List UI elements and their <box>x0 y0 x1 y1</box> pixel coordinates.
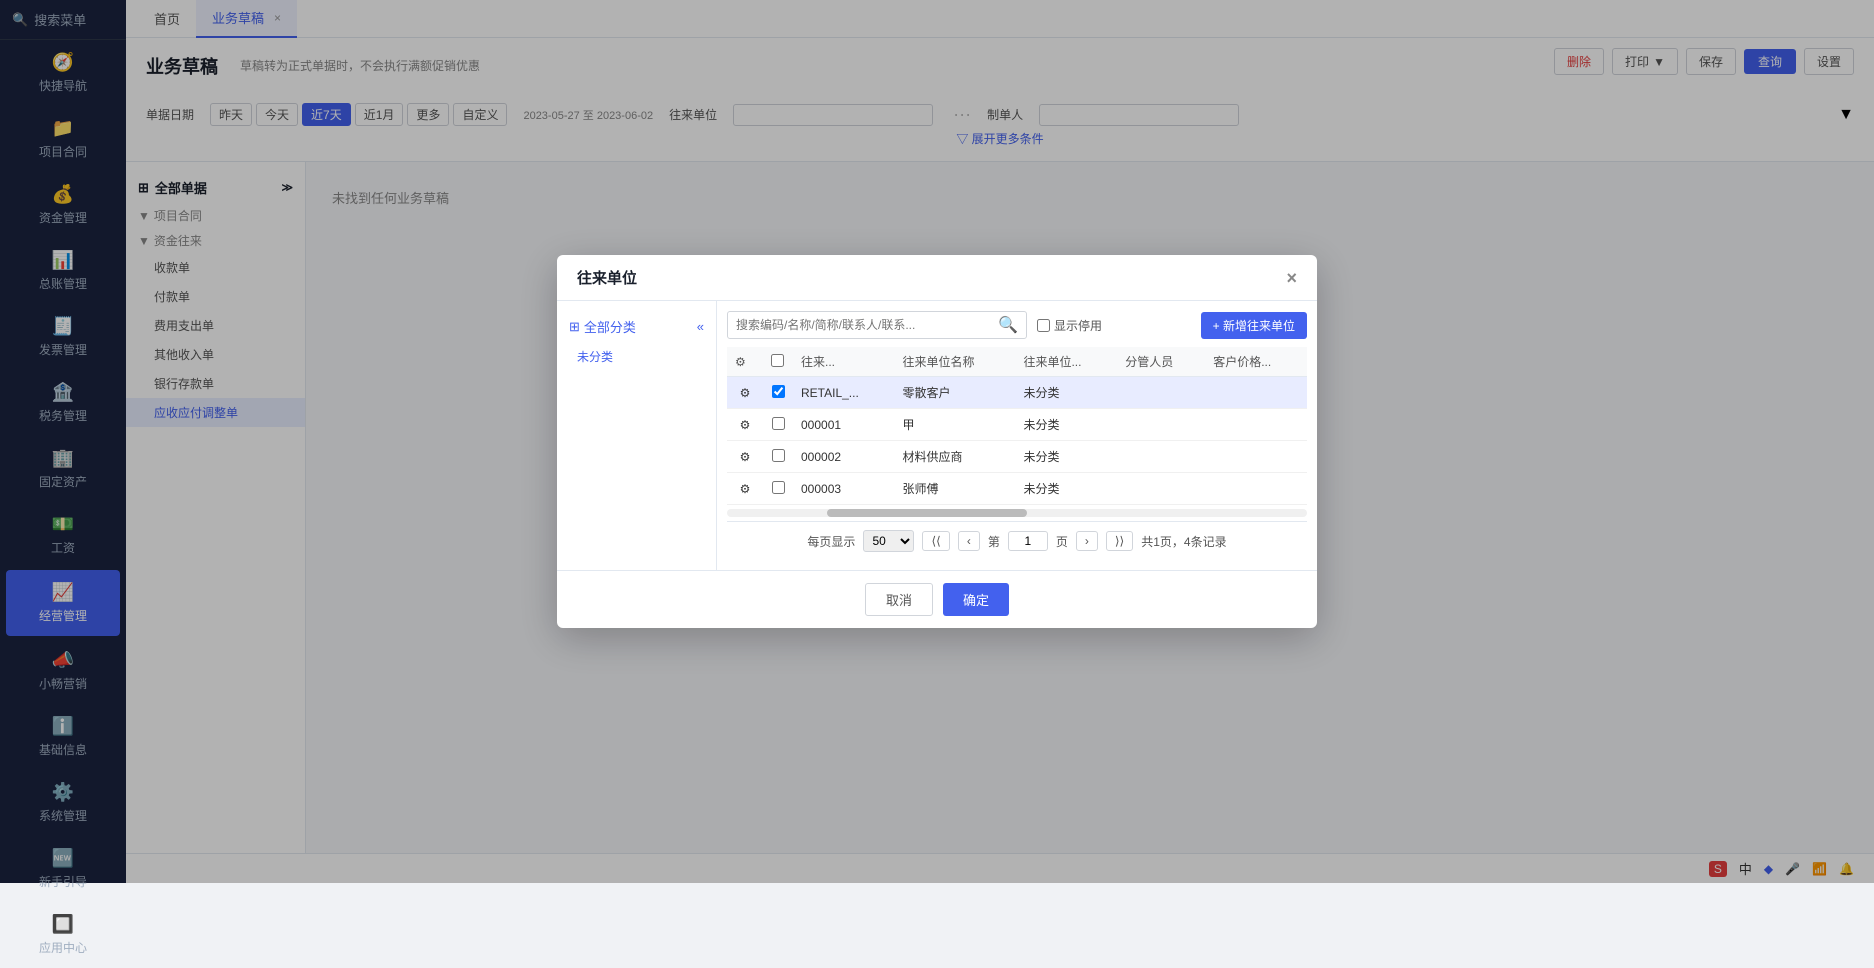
row-code: RETAIL_... <box>793 377 894 409</box>
prev-page-button[interactable]: ‹ <box>958 531 980 551</box>
dialog-header: 往来单位 × <box>557 255 1317 301</box>
th-manager: 分管人员 <box>1117 347 1205 377</box>
horizontal-scrollbar[interactable] <box>727 509 1307 517</box>
row-settings-icon: ⚙ <box>727 473 763 505</box>
dialog-footer: 取消 确定 <box>557 570 1317 628</box>
page-suffix: 页 <box>1056 533 1068 550</box>
row-category: 未分类 <box>1015 473 1117 505</box>
table-header-row: ⚙ 往来... 往来单位名称 往来单位... 分管人员 客户价格... <box>727 347 1307 377</box>
sidebar-item-label: 应用中心 <box>39 939 87 956</box>
th-name: 往来单位名称 <box>894 347 1015 377</box>
row-price <box>1205 409 1307 441</box>
sidebar-item-应用中心[interactable]: 🔲 应用中心 <box>0 902 126 968</box>
first-page-button[interactable]: ⟨⟨ <box>922 531 949 551</box>
row-name: 零散客户 <box>894 377 1015 409</box>
row-name: 甲 <box>894 409 1015 441</box>
sidebar-icon: 🔲 <box>52 914 74 935</box>
th-settings: ⚙ <box>727 347 763 377</box>
select-all-checkbox[interactable] <box>771 354 784 367</box>
category-item-unclassified[interactable]: 未分类 <box>557 342 716 371</box>
search-input[interactable] <box>736 318 992 332</box>
dialog-close-button[interactable]: × <box>1286 269 1297 287</box>
add-counterparty-button[interactable]: + 新增往来单位 <box>1201 312 1307 339</box>
dialog-table-scroll: ⚙ 往来... 往来单位名称 往来单位... 分管人员 客户价格... ⚙ RE… <box>727 347 1307 505</box>
row-checkbox[interactable] <box>763 409 793 441</box>
dialog: 往来单位 × ⊞ 全部分类 « 未分类 <box>557 255 1317 628</box>
dialog-table-toolbar: 🔍 显示停用 + 新增往来单位 <box>727 311 1307 339</box>
dialog-title: 往来单位 <box>577 267 637 288</box>
pagination: 每页显示 50 20 100 ⟨⟨ ‹ 第 页 › ⟩⟩ 共1页，4条记录 <box>727 521 1307 560</box>
modal-overlay: 往来单位 × ⊞ 全部分类 « 未分类 <box>0 0 1874 883</box>
row-code: 000002 <box>793 441 894 473</box>
table-row[interactable]: ⚙ RETAIL_... 零散客户 未分类 <box>727 377 1307 409</box>
th-category: 往来单位... <box>1015 347 1117 377</box>
search-box: 🔍 <box>727 311 1027 339</box>
category-collapse-icon[interactable]: « <box>697 319 704 334</box>
row-settings-icon: ⚙ <box>727 377 763 409</box>
table-row[interactable]: ⚙ 000002 材料供应商 未分类 <box>727 441 1307 473</box>
last-page-button[interactable]: ⟩⟩ <box>1106 531 1133 551</box>
row-price <box>1205 473 1307 505</box>
row-category: 未分类 <box>1015 377 1117 409</box>
row-price <box>1205 377 1307 409</box>
show-disabled-checkbox[interactable] <box>1037 319 1050 332</box>
th-checkbox <box>763 347 793 377</box>
row-category: 未分类 <box>1015 409 1117 441</box>
page-input[interactable] <box>1008 531 1048 551</box>
th-code: 往来... <box>793 347 894 377</box>
row-checkbox[interactable] <box>763 377 793 409</box>
row-name: 材料供应商 <box>894 441 1015 473</box>
table-row[interactable]: ⚙ 000001 甲 未分类 <box>727 409 1307 441</box>
counterparty-table: ⚙ 往来... 往来单位名称 往来单位... 分管人员 客户价格... ⚙ RE… <box>727 347 1307 505</box>
per-page-label: 每页显示 <box>807 533 855 550</box>
category-all-header[interactable]: ⊞ 全部分类 « <box>557 311 716 342</box>
row-category: 未分类 <box>1015 441 1117 473</box>
category-grid-icon: ⊞ <box>569 319 580 335</box>
row-name: 张师傅 <box>894 473 1015 505</box>
cancel-button[interactable]: 取消 <box>865 583 933 616</box>
show-disabled-text: 显示停用 <box>1054 317 1102 334</box>
row-manager <box>1117 473 1205 505</box>
row-settings-icon: ⚙ <box>727 409 763 441</box>
row-code: 000003 <box>793 473 894 505</box>
row-manager <box>1117 409 1205 441</box>
search-icon: 🔍 <box>998 315 1018 335</box>
row-checkbox[interactable] <box>763 473 793 505</box>
category-panel: ⊞ 全部分类 « 未分类 <box>557 301 717 570</box>
row-manager <box>1117 377 1205 409</box>
row-price <box>1205 441 1307 473</box>
table-panel: 🔍 显示停用 + 新增往来单位 ⚙ <box>717 301 1317 570</box>
th-price: 客户价格... <box>1205 347 1307 377</box>
category-all-label: 全部分类 <box>584 317 636 336</box>
show-disabled-label[interactable]: 显示停用 <box>1037 317 1102 334</box>
row-settings-icon: ⚙ <box>727 441 763 473</box>
total-label: 共1页，4条记录 <box>1141 533 1226 550</box>
confirm-button[interactable]: 确定 <box>943 583 1009 616</box>
next-page-button[interactable]: › <box>1076 531 1098 551</box>
per-page-select[interactable]: 50 20 100 <box>863 530 914 552</box>
row-manager <box>1117 441 1205 473</box>
category-item-label: 未分类 <box>577 350 613 364</box>
row-checkbox[interactable] <box>763 441 793 473</box>
table-row[interactable]: ⚙ 000003 张师傅 未分类 <box>727 473 1307 505</box>
page-label: 第 <box>988 533 1000 550</box>
dialog-body: ⊞ 全部分类 « 未分类 🔍 显示停用 <box>557 301 1317 570</box>
row-code: 000001 <box>793 409 894 441</box>
